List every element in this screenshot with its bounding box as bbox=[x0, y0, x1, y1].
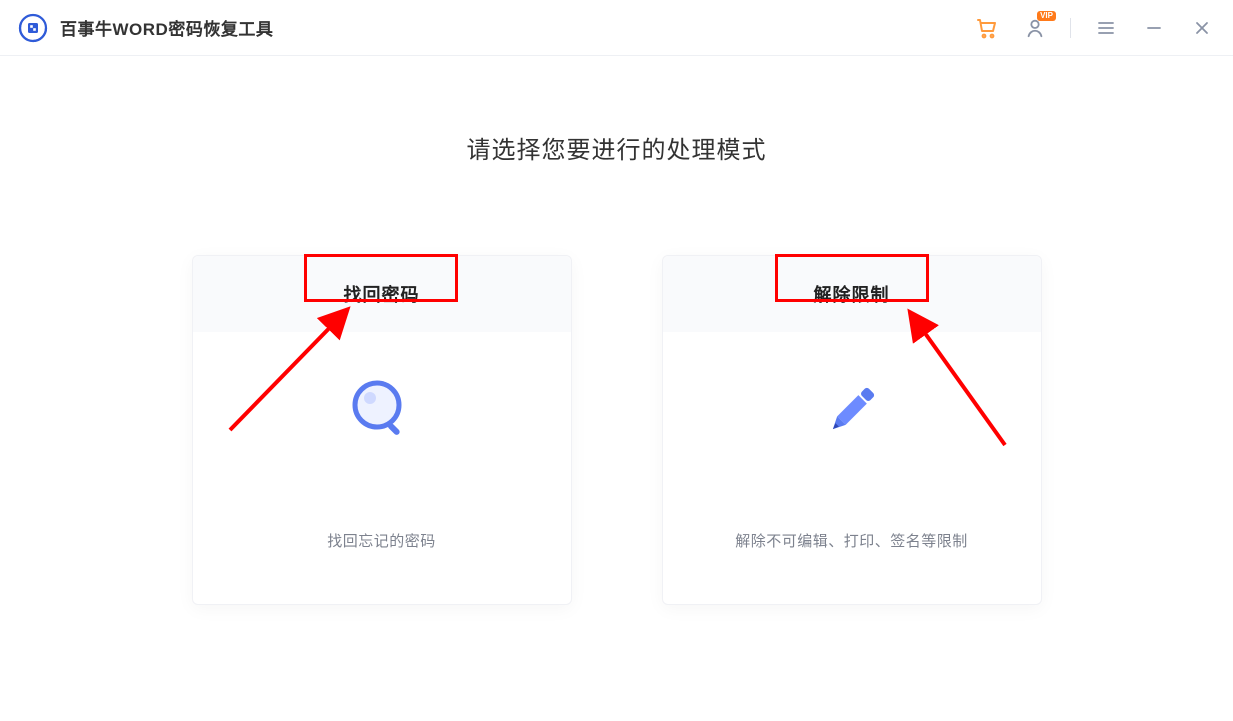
app-title: 百事牛WORD密码恢复工具 bbox=[60, 15, 273, 40]
title-bar: 百事牛WORD密码恢复工具 VIP bbox=[0, 0, 1233, 56]
card-title: 解除限制 bbox=[814, 281, 890, 307]
app-logo-icon bbox=[18, 13, 48, 43]
annotation-arrow-icon bbox=[890, 300, 1050, 460]
close-icon[interactable] bbox=[1189, 15, 1215, 41]
title-actions: VIP bbox=[974, 15, 1215, 41]
minimize-icon[interactable] bbox=[1141, 15, 1167, 41]
menu-icon[interactable] bbox=[1093, 15, 1119, 41]
card-desc: 找回忘记的密码 bbox=[327, 530, 436, 551]
cart-icon[interactable] bbox=[974, 15, 1000, 41]
card-desc: 解除不可编辑、打印、签名等限制 bbox=[735, 530, 968, 551]
vip-badge: VIP bbox=[1037, 11, 1056, 21]
pencil-icon bbox=[817, 375, 887, 450]
user-vip-icon[interactable]: VIP bbox=[1022, 15, 1048, 41]
divider bbox=[1070, 18, 1071, 38]
annotation-arrow-icon bbox=[220, 300, 380, 440]
page-heading: 请选择您要进行的处理模式 bbox=[0, 130, 1233, 165]
